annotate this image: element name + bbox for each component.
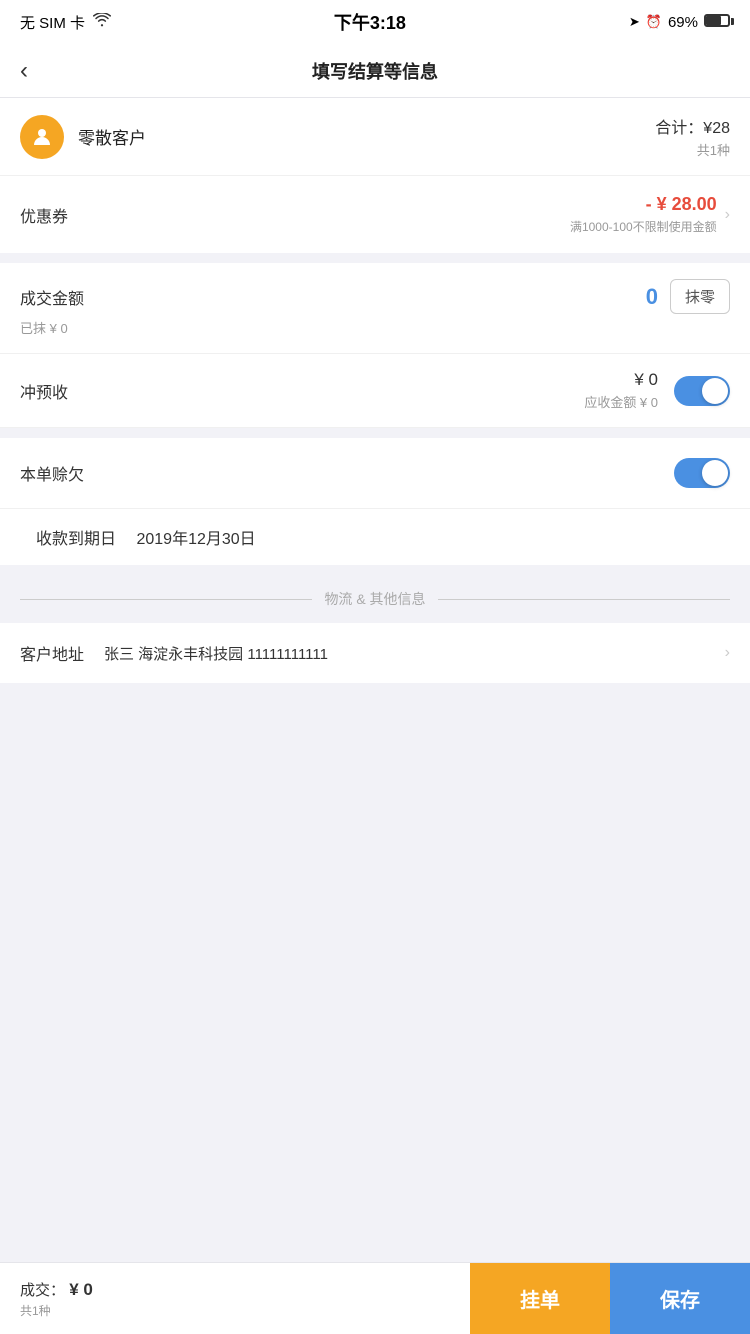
prepay-amount: ¥ 0 — [584, 370, 658, 390]
back-button[interactable]: ‹ — [20, 57, 28, 85]
due-date-label: 收款到期日 — [36, 531, 116, 548]
battery-percent: 69% — [668, 14, 698, 31]
content: 零散客户 合计：¥28 共1种 优惠券 - ¥ 28.00 满1000-100不… — [0, 98, 750, 773]
address-card: 客户地址 张三 海淀永丰科技园 11111111111 › — [0, 623, 750, 683]
amount-top: 成交金额 0 抹零 — [20, 279, 730, 314]
toggle-knob — [702, 378, 728, 404]
prepay-section: 冲预收 ¥ 0 应收金额 ¥ 0 — [0, 354, 750, 428]
amount-label: 成交金额 — [20, 285, 84, 309]
alarm-icon: ⏰ — [646, 14, 662, 30]
customer-row: 零散客户 合计：¥28 共1种 — [0, 98, 750, 175]
wifi-icon — [93, 13, 111, 31]
coupon-desc: 满1000-100不限制使用金额 — [570, 218, 717, 235]
nav-bar: ‹ 填写结算等信息 — [0, 44, 750, 98]
save-button[interactable]: 保存 — [610, 1263, 750, 1334]
amount-right: 0 抹零 — [646, 279, 730, 314]
battery-icon — [704, 14, 730, 31]
pending-button[interactable]: 挂单 — [470, 1263, 610, 1334]
coupon-right: - ¥ 28.00 满1000-100不限制使用金额 › — [570, 194, 730, 235]
deal-label: 成交： — [20, 1282, 65, 1299]
logistics-divider: 物流 & 其他信息 — [0, 575, 750, 623]
prepay-top: 冲预收 ¥ 0 应收金额 ¥ 0 — [20, 370, 730, 411]
debt-label: 本单赊欠 — [20, 461, 84, 485]
coupon-label: 优惠券 — [20, 203, 68, 227]
avatar — [20, 115, 64, 159]
prepay-label: 冲预收 — [20, 379, 68, 403]
status-right: ➤ ⏰ 69% — [629, 14, 730, 31]
chevron-right-icon: › — [725, 206, 730, 224]
coupon-row[interactable]: 优惠券 - ¥ 28.00 满1000-100不限制使用金额 › — [0, 175, 750, 253]
prepay-row-wrap: ¥ 0 应收金额 ¥ 0 — [584, 370, 730, 411]
due-date-value: 2019年12月30日 — [136, 531, 255, 548]
already-rounded: 已抹 ¥ 0 — [20, 318, 730, 337]
debt-row: 本单赊欠 — [0, 438, 750, 508]
address-label: 客户地址 — [20, 641, 84, 665]
prepay-toggle[interactable] — [674, 376, 730, 406]
deal-amount: ¥ 0 — [69, 1280, 93, 1299]
customer-left: 零散客户 — [20, 115, 146, 159]
debt-card: 本单赊欠 收款到期日 2019年12月30日 — [0, 438, 750, 565]
round-button[interactable]: 抹零 — [670, 279, 730, 314]
due-date-row: 收款到期日 2019年12月30日 — [0, 508, 750, 565]
total-amount: 合计：¥28 — [655, 114, 730, 138]
amount-section: 成交金额 0 抹零 已抹 ¥ 0 — [0, 263, 750, 354]
prepay-right: ¥ 0 应收金额 ¥ 0 — [584, 370, 658, 411]
bottom-deal: 成交： ¥ 0 — [20, 1279, 450, 1300]
customer-total: 合计：¥28 共1种 — [655, 114, 730, 159]
bottom-info: 成交： ¥ 0 共1种 — [0, 1279, 470, 1319]
coupon-info: - ¥ 28.00 满1000-100不限制使用金额 — [570, 194, 717, 235]
status-left: 无 SIM 卡 — [20, 12, 111, 33]
address-value: 张三 海淀永丰科技园 11111111111 — [104, 643, 725, 664]
chevron-right-icon: › — [725, 644, 730, 662]
address-row[interactable]: 客户地址 张三 海淀永丰科技园 11111111111 › — [0, 623, 750, 683]
carrier-label: 无 SIM 卡 — [20, 12, 85, 33]
status-bar: 无 SIM 卡 下午3:18 ➤ ⏰ 69% — [0, 0, 750, 44]
status-time: 下午3:18 — [334, 9, 406, 35]
amount-value: 0 — [646, 284, 658, 310]
debt-toggle[interactable] — [674, 458, 730, 488]
transaction-card: 成交金额 0 抹零 已抹 ¥ 0 冲预收 ¥ 0 应收金额 ¥ 0 — [0, 263, 750, 428]
bottom-count: 共1种 — [20, 1302, 450, 1319]
logistics-label: 物流 & 其他信息 — [324, 589, 425, 609]
bottom-bar: 成交： ¥ 0 共1种 挂单 保存 — [0, 1262, 750, 1334]
page-title: 填写结算等信息 — [312, 58, 438, 84]
prepay-sub: 应收金额 ¥ 0 — [584, 392, 658, 411]
customer-coupon-card: 零散客户 合计：¥28 共1种 优惠券 - ¥ 28.00 满1000-100不… — [0, 98, 750, 253]
customer-name: 零散客户 — [78, 124, 146, 149]
coupon-discount: - ¥ 28.00 — [570, 194, 717, 215]
location-icon: ➤ — [629, 14, 640, 30]
total-count: 共1种 — [655, 140, 730, 159]
debt-toggle-knob — [702, 460, 728, 486]
